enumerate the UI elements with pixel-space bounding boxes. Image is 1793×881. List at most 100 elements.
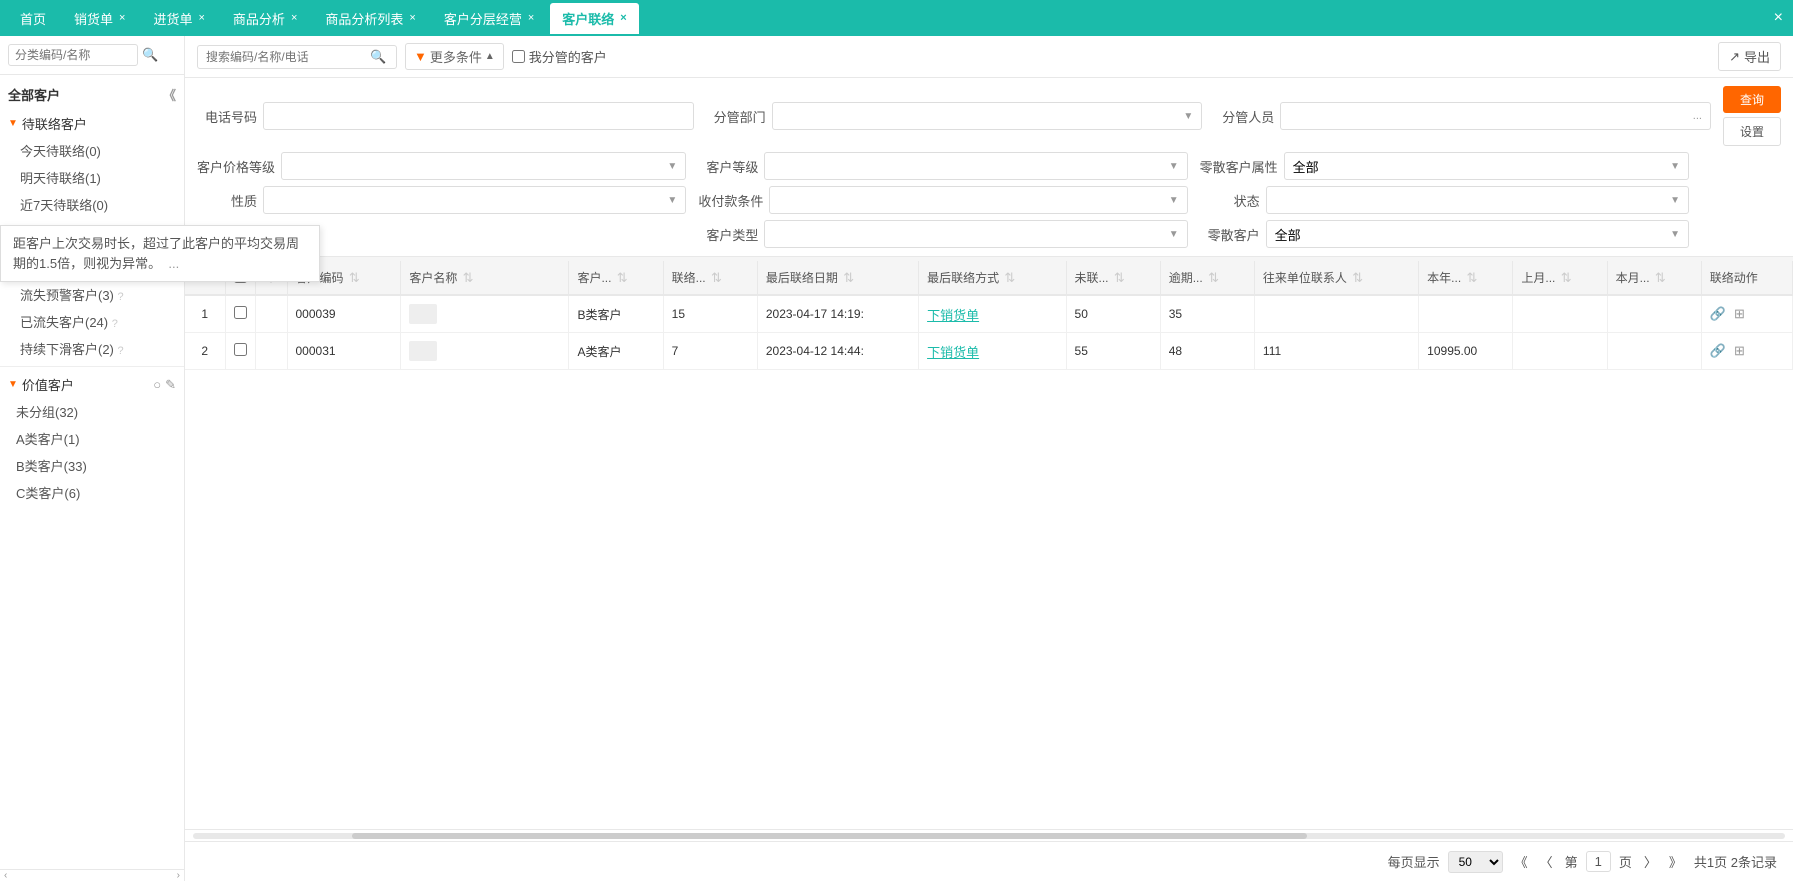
row2-link-icon[interactable]: 🔗 bbox=[1710, 343, 1726, 359]
filter-phone: 电话号码 bbox=[197, 102, 694, 130]
dept-select[interactable]: ▼ bbox=[772, 102, 1203, 130]
page-first-icon[interactable]: 《 bbox=[1511, 850, 1532, 873]
col-last-month-header[interactable]: 上月... ⇅ bbox=[1513, 261, 1607, 295]
row2-check[interactable] bbox=[225, 333, 255, 370]
row2-this-year: 10995.00 bbox=[1419, 333, 1513, 370]
sidebar-item-churned[interactable]: 已流失客户(24) ? bbox=[0, 308, 184, 335]
sidebar-item-unclassified[interactable]: 未分组(32) bbox=[0, 398, 184, 425]
page-last-icon[interactable]: 》 bbox=[1665, 850, 1686, 873]
row2-last-way[interactable]: 下销货单 bbox=[919, 333, 1066, 370]
value-customers-edit-icon[interactable]: ✎ bbox=[165, 377, 176, 393]
nav-sales-order[interactable]: 销货单 × bbox=[62, 3, 137, 34]
sidebar-item-class-b[interactable]: B类客户(33) bbox=[0, 452, 184, 479]
sidebar-scroll-right[interactable]: › bbox=[177, 870, 180, 881]
row1-grid-icon[interactable]: ⊞ bbox=[1734, 306, 1745, 322]
nav-home[interactable]: 首页 bbox=[8, 3, 58, 34]
phone-input[interactable] bbox=[263, 102, 694, 130]
payment-select[interactable]: ▼ bbox=[769, 186, 1187, 214]
col-contact-header[interactable]: 联络... ⇅ bbox=[663, 261, 757, 295]
query-button[interactable]: 查询 bbox=[1723, 86, 1781, 113]
row2-grid-icon[interactable]: ⊞ bbox=[1734, 343, 1745, 359]
my-customers-toggle[interactable]: 我分管的客户 bbox=[512, 47, 607, 66]
scroll-thumb[interactable] bbox=[352, 833, 1307, 839]
row1-last-way[interactable]: 下销货单 bbox=[919, 295, 1066, 333]
retail-attr-select[interactable]: 全部 ▼ bbox=[1284, 152, 1689, 180]
filter-search-input[interactable] bbox=[206, 50, 366, 64]
row2-name[interactable] bbox=[401, 333, 569, 370]
page-next-icon[interactable]: 〉 bbox=[1640, 850, 1661, 873]
sidebar-scroll-left[interactable]: ‹ bbox=[4, 870, 7, 881]
nav-product-analysis-list[interactable]: 商品分析列表 × bbox=[313, 3, 427, 34]
sidebar-item-class-a[interactable]: A类客户(1) bbox=[0, 425, 184, 452]
tooltip-box: 距客户上次交易时长，超过了此客户的平均交易周期的1.5倍，则视为异常。 ... bbox=[0, 225, 320, 282]
pagination-bar: 每页显示 50 100 200 《 〈 第 1 页 〉 》 共1页 2条记录 bbox=[185, 841, 1793, 881]
row2-type: A类客户 bbox=[569, 333, 663, 370]
col-type-header[interactable]: 客户... ⇅ bbox=[569, 261, 663, 295]
page-size-select[interactable]: 50 100 200 bbox=[1448, 851, 1503, 873]
filter-nature: 性质 ▼ bbox=[197, 186, 686, 214]
all-customers-header[interactable]: 全部客户 《 bbox=[0, 79, 184, 110]
col-uncontact-header[interactable]: 未联... ⇅ bbox=[1066, 261, 1160, 295]
close-purchase-order-icon[interactable]: × bbox=[198, 12, 204, 24]
close-sales-order-icon[interactable]: × bbox=[119, 12, 125, 24]
more-conditions-arrow-icon: ▲ bbox=[485, 51, 495, 62]
sidebar-search-input[interactable] bbox=[8, 44, 138, 66]
sidebar-item-7days[interactable]: 近7天待联络(0) bbox=[0, 191, 184, 218]
col-action-header: 联络动作 bbox=[1701, 261, 1792, 295]
close-customer-tier-icon[interactable]: × bbox=[528, 12, 534, 24]
sidebar-item-tomorrow[interactable]: 明天待联络(1) bbox=[0, 164, 184, 191]
sidebar-item-today[interactable]: 今天待联络(0) bbox=[0, 137, 184, 164]
customer-level-select[interactable]: ▼ bbox=[764, 152, 1187, 180]
row1-checkbox[interactable] bbox=[234, 306, 247, 319]
close-product-analysis-list-icon[interactable]: × bbox=[409, 12, 415, 24]
row2-code: 000031 bbox=[287, 333, 401, 370]
export-button[interactable]: ↗ 导出 bbox=[1718, 42, 1781, 71]
nature-select[interactable]: ▼ bbox=[263, 186, 686, 214]
col-unit-contact-header[interactable]: 往来单位联系人 ⇅ bbox=[1254, 261, 1418, 295]
page-prev-icon[interactable]: 〈 bbox=[1536, 850, 1557, 873]
row2-num: 2 bbox=[185, 333, 225, 370]
row1-name[interactable] bbox=[401, 295, 569, 333]
my-customers-checkbox[interactable] bbox=[512, 50, 525, 63]
filter-icon: ▼ bbox=[414, 49, 427, 64]
nav-customer-contact[interactable]: 客户联络 × bbox=[550, 3, 638, 34]
nav-product-analysis[interactable]: 商品分析 × bbox=[221, 3, 309, 34]
status-select[interactable]: ▼ bbox=[1266, 186, 1689, 214]
filter-customer-level: 客户等级 ▼ bbox=[698, 152, 1187, 180]
pending-contact-title[interactable]: ▼ 待联络客户 bbox=[0, 110, 184, 137]
sidebar-item-declining[interactable]: 持续下滑客户(2) ? bbox=[0, 335, 184, 362]
nav-customer-tier[interactable]: 客户分层经营 × bbox=[432, 3, 546, 34]
current-page-input[interactable]: 1 bbox=[1586, 851, 1611, 872]
value-customers-circle-icon[interactable]: ○ bbox=[153, 377, 161, 393]
more-conditions-button[interactable]: ▼ 更多条件 ▲ bbox=[405, 43, 504, 70]
col-this-year-header[interactable]: 本年... ⇅ bbox=[1419, 261, 1513, 295]
sidebar-item-churn-warning[interactable]: 流失预警客户(3) ? bbox=[0, 281, 184, 308]
value-customers-title[interactable]: ▼ 价值客户 ○ ✎ bbox=[0, 371, 184, 398]
nav-purchase-order[interactable]: 进货单 × bbox=[141, 3, 216, 34]
row1-check[interactable] bbox=[225, 295, 255, 333]
data-table-container: ⚙ 客户编码 ⇅ 客户名称 ⇅ 客户... ⇅ 联络... ⇅ 最后联络日期 ⇅… bbox=[185, 261, 1793, 829]
price-level-chevron-icon: ▼ bbox=[667, 161, 677, 172]
sidebar-search-icon[interactable]: 🔍 bbox=[142, 47, 158, 63]
row2-checkbox[interactable] bbox=[234, 343, 247, 356]
col-name-header[interactable]: 客户名称 ⇅ bbox=[401, 261, 569, 295]
price-level-select[interactable]: ▼ bbox=[281, 152, 686, 180]
table-scroll-bar[interactable] bbox=[185, 829, 1793, 841]
sidebar-item-class-c[interactable]: C类客户(6) bbox=[0, 479, 184, 506]
retail-customer-select[interactable]: 全部 ▼ bbox=[1266, 220, 1689, 248]
col-overdue-header[interactable]: 逾期... ⇅ bbox=[1160, 261, 1254, 295]
col-last-way-header[interactable]: 最后联络方式 ⇅ bbox=[919, 261, 1066, 295]
settings-button[interactable]: 设置 bbox=[1723, 117, 1781, 146]
close-all-tabs-icon[interactable]: × bbox=[1774, 9, 1783, 27]
close-product-analysis-icon[interactable]: × bbox=[291, 12, 297, 24]
col-this-month-header[interactable]: 本月... ⇅ bbox=[1607, 261, 1701, 295]
close-customer-contact-icon[interactable]: × bbox=[620, 12, 626, 24]
col-last-date-header[interactable]: 最后联络日期 ⇅ bbox=[757, 261, 918, 295]
filter-search-box: 🔍 bbox=[197, 45, 397, 69]
customer-type-select[interactable]: ▼ bbox=[764, 220, 1187, 248]
filter-search-icon[interactable]: 🔍 bbox=[370, 49, 386, 65]
this-month-sort-icon: ⇅ bbox=[1655, 270, 1666, 285]
manager-select[interactable]: ... bbox=[1280, 102, 1711, 130]
row1-link-icon[interactable]: 🔗 bbox=[1710, 306, 1726, 322]
last-month-sort-icon: ⇅ bbox=[1561, 270, 1572, 285]
